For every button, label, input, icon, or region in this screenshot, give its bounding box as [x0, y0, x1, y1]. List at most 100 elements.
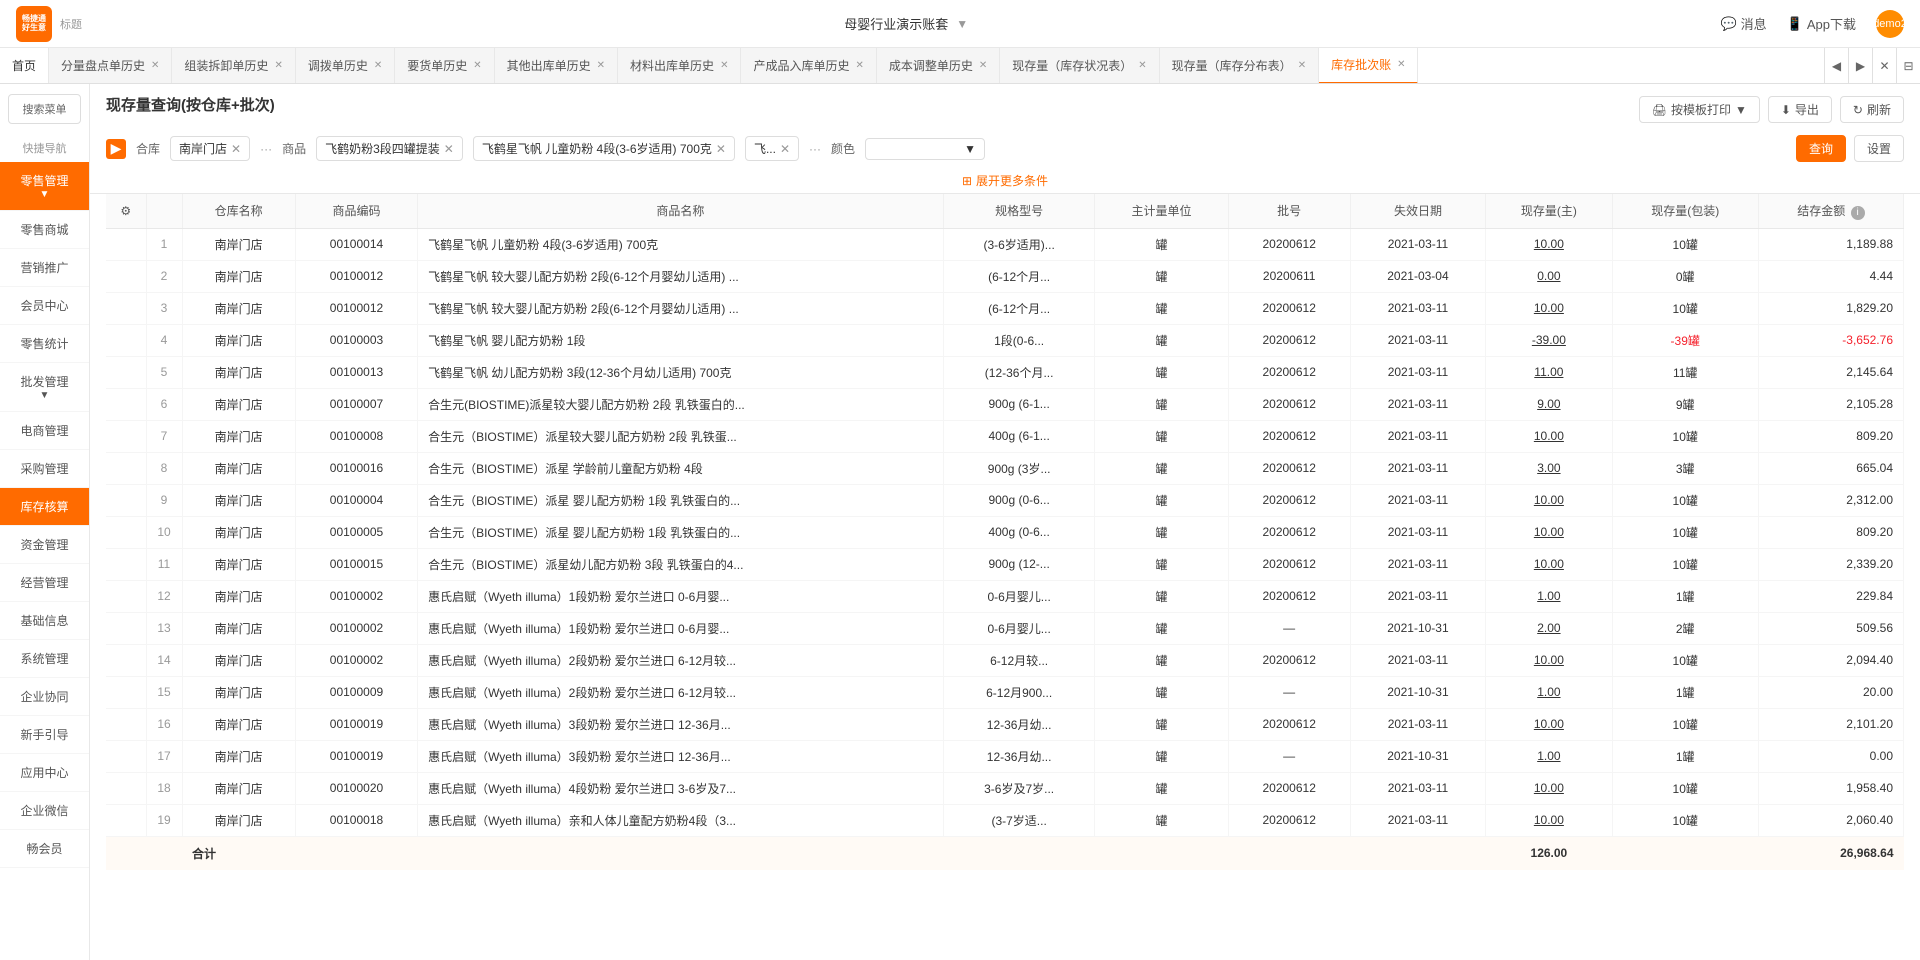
tab-close-all-btn[interactable]: ✕ [1872, 48, 1896, 84]
row-stock-main[interactable]: -39.00 [1486, 324, 1612, 356]
sidebar-item-jingYing[interactable]: 经营管理 [0, 564, 89, 602]
row-expire: 2021-10-31 [1350, 676, 1485, 708]
row-stock-main[interactable]: 3.00 [1486, 452, 1612, 484]
tab-close-icon[interactable]: ✕ [1397, 59, 1405, 70]
tab-close-icon[interactable]: ✕ [720, 60, 728, 71]
row-stock-main[interactable]: 10.00 [1486, 804, 1612, 836]
row-warehouse: 南岸门店 [182, 612, 295, 644]
table-row: 12 南岸门店 00100002 惠氏启赋（Wyeth illuma）1段奶粉 … [106, 580, 1904, 612]
sidebar-item-yingYong[interactable]: 应用中心 [0, 754, 89, 792]
tab-prev-btn[interactable]: ◀ [1824, 48, 1848, 84]
row-stock-main[interactable]: 11.00 [1486, 356, 1612, 388]
row-name: 惠氏启赋（Wyeth illuma）3段奶粉 爱尔兰进口 12-36月... [418, 708, 944, 740]
tab-close-icon[interactable]: ✕ [274, 60, 282, 71]
row-stock-main[interactable]: 10.00 [1486, 420, 1612, 452]
product-tag-close-icon[interactable]: ✕ [444, 142, 454, 156]
tab-home[interactable]: 首页 [0, 48, 49, 84]
tab-cailiao-chu[interactable]: 材料出库单历史 ✕ [618, 48, 741, 84]
product-tag-1[interactable]: 飞鹤奶粉3段四罐提装 ✕ [316, 136, 463, 161]
message-btn[interactable]: 💬 消息 [1720, 14, 1766, 33]
settings-btn[interactable]: 设置 [1854, 135, 1904, 162]
row-stock-main[interactable]: 10.00 [1486, 228, 1612, 260]
col-settings[interactable]: ⚙ [106, 194, 146, 228]
product-tag-2[interactable]: 飞鹤星飞帆 儿童奶粉 4段(3-6岁适用) 700克 ✕ [473, 136, 735, 161]
product-tag-3[interactable]: 飞... ✕ [745, 136, 799, 161]
tab-close-icon[interactable]: ✕ [855, 60, 863, 71]
sidebar-item-tongJi[interactable]: 零售统计 [0, 325, 89, 363]
tab-yao-huo[interactable]: 要货单历史 ✕ [395, 48, 494, 84]
sidebar-item-yingXiao[interactable]: 营销推广 [0, 249, 89, 287]
sidebar-item-qiYeWx[interactable]: 企业微信 [0, 792, 89, 830]
row-batch: — [1228, 612, 1350, 644]
row-stock-main[interactable]: 10.00 [1486, 484, 1612, 516]
print-btn[interactable]: 🖨 按模板打印 ▼ [1639, 96, 1760, 123]
row-stock-main[interactable]: 1.00 [1486, 676, 1612, 708]
table-footer-row: 合计 126.00 26,968.64 [106, 836, 1904, 870]
avatar[interactable]: demo2 [1876, 10, 1904, 38]
tab-close-icon[interactable]: ✕ [151, 60, 159, 71]
product-tag-close-icon[interactable]: ✕ [780, 142, 790, 156]
print-dropdown-icon: ▼ [1735, 103, 1747, 117]
sidebar-item-kuCun[interactable]: 库存核算 [0, 488, 89, 526]
warehouse-tag-close-icon[interactable]: ✕ [231, 142, 241, 156]
row-stock-main[interactable]: 2.00 [1486, 612, 1612, 644]
tab-close-icon[interactable]: ✕ [1298, 60, 1306, 71]
row-stock-main[interactable]: 10.00 [1486, 772, 1612, 804]
sidebar-item-caiGou[interactable]: 采购管理 [0, 450, 89, 488]
search-menu-btn[interactable]: 搜索菜单 [8, 94, 81, 124]
expand-filter-btn[interactable]: ▶ [106, 139, 126, 159]
tab-close-icon[interactable]: ✕ [374, 60, 382, 71]
sidebar-item-lingShop[interactable]: 零售商城 [0, 211, 89, 249]
tab-close-icon[interactable]: ✕ [1138, 60, 1146, 71]
warehouse-ellipsis[interactable]: ··· [260, 142, 272, 156]
row-stock-main[interactable]: 9.00 [1486, 388, 1612, 420]
tab-diao-bo[interactable]: 调拨单历史 ✕ [296, 48, 395, 84]
row-stock-main[interactable]: 10.00 [1486, 644, 1612, 676]
tab-chanpin-ru[interactable]: 产成品入库单历史 ✕ [741, 48, 876, 84]
sidebar-item-jiChu[interactable]: 基础信息 [0, 602, 89, 640]
sidebar-item-xinShou[interactable]: 新手引导 [0, 716, 89, 754]
sidebar-item-huiYuanS[interactable]: 畅会员 [0, 830, 89, 868]
sidebar-item-piFA[interactable]: 批发管理 ▼ [0, 363, 89, 412]
tab-zu-chai[interactable]: 组装拆卸单历史 ✕ [172, 48, 295, 84]
row-stock-main[interactable]: 10.00 [1486, 708, 1612, 740]
tab-kupi-pici[interactable]: 库存批次账 ✕ [1319, 48, 1418, 84]
row-stock-main[interactable]: 0.00 [1486, 260, 1612, 292]
sidebar-item-huiYuan[interactable]: 会员中心 [0, 287, 89, 325]
tab-close-icon[interactable]: ✕ [597, 60, 605, 71]
row-stock-main[interactable]: 1.00 [1486, 740, 1612, 772]
export-btn[interactable]: ⬇ 导出 [1768, 96, 1832, 123]
sidebar-item-lingShou[interactable]: 零售管理 ▼ [0, 162, 89, 211]
sidebar-item-ziJin[interactable]: 资金管理 [0, 526, 89, 564]
tab-xianzai-fen[interactable]: 现存量（库存分布表） ✕ [1160, 48, 1319, 84]
row-no: 1 [146, 228, 182, 260]
tab-qita-chu[interactable]: 其他出库单历史 ✕ [495, 48, 618, 84]
sidebar-item-label: 系统管理 [8, 650, 81, 667]
balance-info-icon[interactable]: i [1851, 206, 1865, 220]
color-dropdown[interactable]: ▼ [865, 138, 985, 160]
refresh-btn[interactable]: ↻ 刷新 [1840, 96, 1904, 123]
account-selector[interactable]: 母婴行业演示账套 ▼ [844, 14, 968, 33]
row-warehouse: 南岸门店 [182, 452, 295, 484]
tab-menu-btn[interactable]: ⊟ [1896, 48, 1920, 84]
product-tag-close-icon[interactable]: ✕ [716, 142, 726, 156]
tab-chengben[interactable]: 成本调整单历史 ✕ [877, 48, 1000, 84]
col-stock-main: 现存量(主) [1486, 194, 1612, 228]
row-stock-main[interactable]: 10.00 [1486, 548, 1612, 580]
sidebar-item-xiTong[interactable]: 系统管理 [0, 640, 89, 678]
row-stock-main[interactable]: 10.00 [1486, 292, 1612, 324]
row-stock-main[interactable]: 10.00 [1486, 516, 1612, 548]
row-stock-main[interactable]: 1.00 [1486, 580, 1612, 612]
tab-close-icon[interactable]: ✕ [979, 60, 987, 71]
tab-xianzai-ku[interactable]: 现存量（库存状况表） ✕ [1000, 48, 1159, 84]
app-download-btn[interactable]: 📱 App下载 [1787, 14, 1856, 33]
product-ellipsis[interactable]: ··· [809, 142, 821, 156]
expand-conditions-btn[interactable]: ⊞ 展开更多条件 [962, 172, 1048, 189]
warehouse-tag-nanan[interactable]: 南岸门店 ✕ [170, 136, 250, 161]
tab-close-icon[interactable]: ✕ [473, 60, 481, 71]
query-btn[interactable]: 查询 [1796, 135, 1846, 162]
tab-fen-pan[interactable]: 分量盘点单历史 ✕ [49, 48, 172, 84]
tab-next-btn[interactable]: ▶ [1848, 48, 1872, 84]
sidebar-item-qiYe[interactable]: 企业协同 [0, 678, 89, 716]
sidebar-item-dianShang[interactable]: 电商管理 [0, 412, 89, 450]
